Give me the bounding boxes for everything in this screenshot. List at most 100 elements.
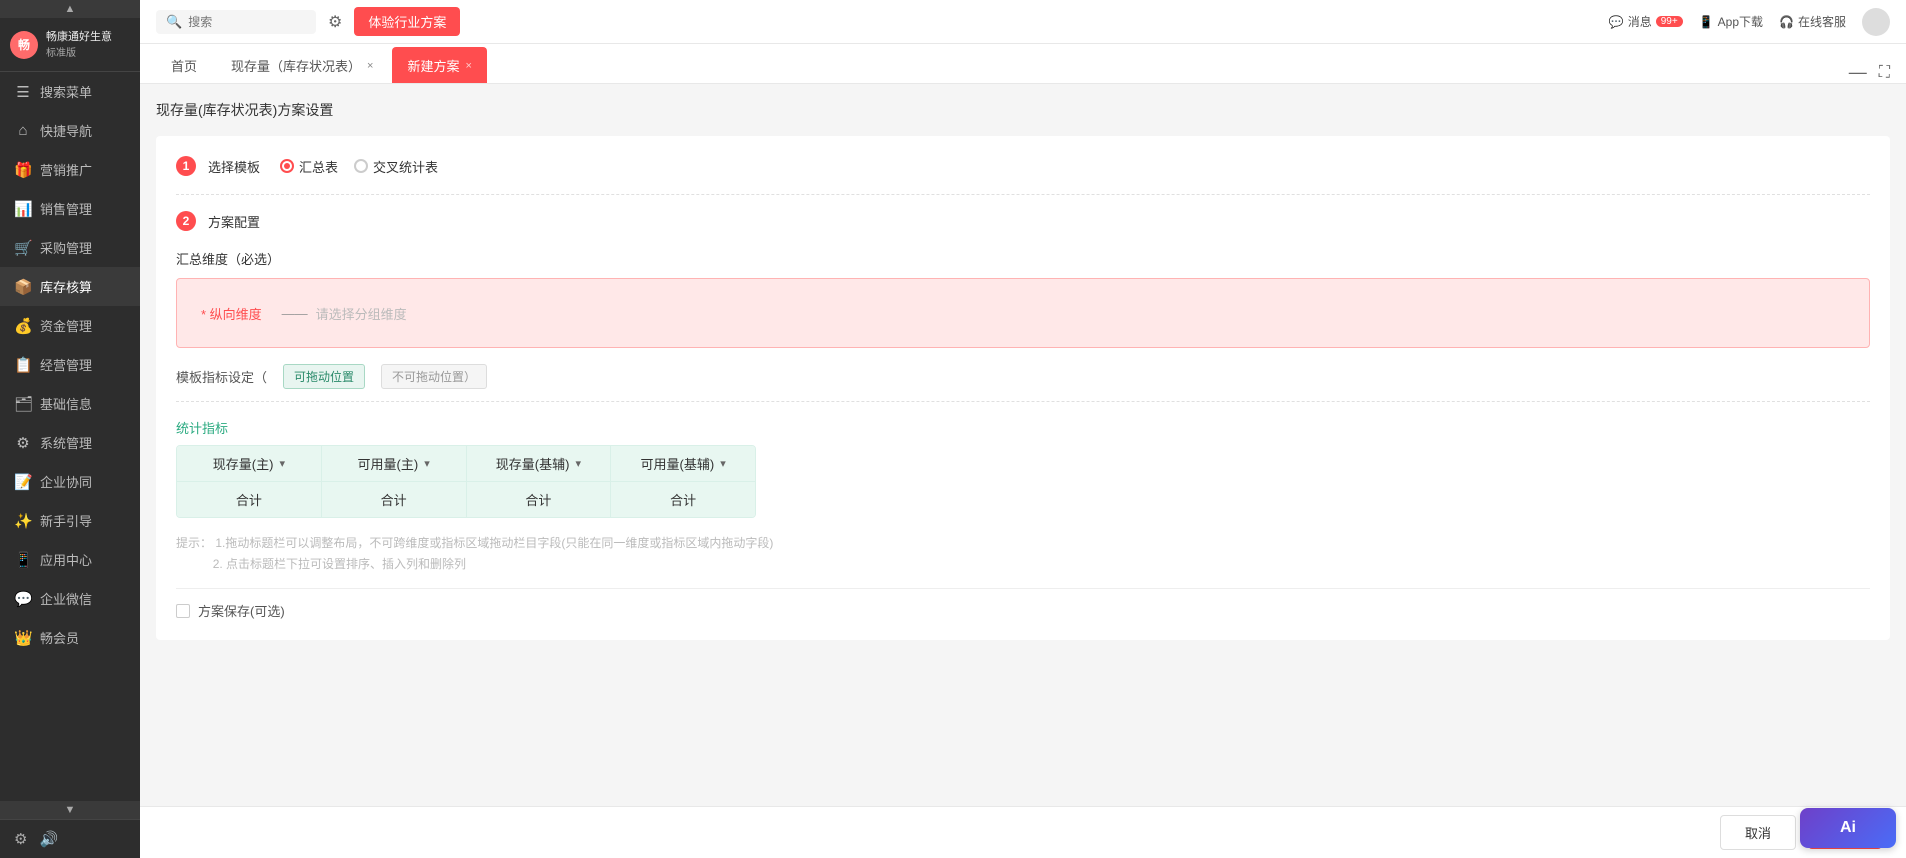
sound-icon[interactable]: 🔊 xyxy=(39,830,58,848)
minimize-icon[interactable]: — xyxy=(1849,62,1867,83)
search-box[interactable]: 🔍 xyxy=(156,10,316,34)
message-icon: 💬 xyxy=(1609,15,1624,29)
col0-chevron-icon[interactable]: ▾ xyxy=(279,457,285,470)
wechat-icon: 💬 xyxy=(14,590,32,608)
settings-gear-icon[interactable]: ⚙ xyxy=(328,12,342,32)
member-icon: 👑 xyxy=(14,629,32,647)
dim-required-label: * 纵向维度 xyxy=(201,304,262,323)
tip-1: 提示： 1.拖动标题栏可以调整布局，不可跨维度或指标区域拖动栏目字段(只能在同一… xyxy=(176,534,1870,551)
sidebar-item-label: 企业协同 xyxy=(40,472,92,491)
app-download-button[interactable]: 📱 App下载 xyxy=(1699,13,1763,30)
stats-table-header: 现存量(主) ▾ 合计 可用量(主) ▾ 合计 xyxy=(177,446,755,517)
divider1 xyxy=(176,194,1870,195)
stats-col-cell-2: 合计 xyxy=(467,482,611,517)
tab-home[interactable]: 首页 xyxy=(156,47,212,83)
sidebar-item-business[interactable]: 📋 经营管理 xyxy=(0,345,140,384)
sidebar-item-search-menu[interactable]: ☰ 搜索菜单 xyxy=(0,72,140,111)
sidebar-item-label: 新手引导 xyxy=(40,511,92,530)
main-area: 🔍 ⚙ 体验行业方案 💬 消息 99+ 📱 App下载 🎧 在线客服 xyxy=(140,0,1906,858)
radio-summary-label: 汇总表 xyxy=(299,157,338,176)
sidebar-item-member[interactable]: 👑 畅会员 xyxy=(0,618,140,657)
sidebar-item-baseinfo[interactable]: 🗂 基础信息 xyxy=(0,384,140,423)
step2-num: 2 xyxy=(176,211,196,231)
sidebar-item-system[interactable]: ⚙ 系统管理 xyxy=(0,423,140,462)
topbar-right: 💬 消息 99+ 📱 App下载 🎧 在线客服 xyxy=(1609,8,1890,36)
page-title: 现存量(库存状况表)方案设置 xyxy=(156,100,1890,120)
sidebar-item-wechat[interactable]: 💬 企业微信 xyxy=(0,579,140,618)
sidebar-item-inventory[interactable]: 📦 库存核算 xyxy=(0,267,140,306)
tab-inventory[interactable]: 现存量（库存状况表） × xyxy=(216,47,388,83)
page-content: 现存量(库存状况表)方案设置 1 选择模板 汇总表 交叉统计表 xyxy=(140,84,1906,806)
non-draggable-tag: 不可拖动位置） xyxy=(381,364,487,389)
tips-section: 提示： 1.拖动标题栏可以调整布局，不可跨维度或指标区域拖动栏目字段(只能在同一… xyxy=(176,534,1870,572)
stats-col-header-3: 可用量(基辅) ▾ xyxy=(611,446,755,482)
sidebar-nav: ☰ 搜索菜单 ⌂ 快捷导航 🎁 营销推广 📊 销售管理 🛒 采购管理 📦 库存核… xyxy=(0,72,140,801)
cancel-button[interactable]: 取消 xyxy=(1720,815,1796,850)
inventory-tab-close-icon[interactable]: × xyxy=(367,60,373,72)
col2-chevron-icon[interactable]: ▾ xyxy=(575,457,581,470)
tab-new-plan[interactable]: 新建方案 × xyxy=(392,47,486,83)
sidebar-item-appcenter[interactable]: 📱 应用中心 xyxy=(0,540,140,579)
sidebar: ▲ 畅 畅康通好生意 标准版 ☰ 搜索菜单 ⌂ 快捷导航 🎁 营销推广 📊 销售… xyxy=(0,0,140,858)
sidebar-item-corp[interactable]: 📝 企业协同 xyxy=(0,462,140,501)
search-menu-icon: ☰ xyxy=(14,83,32,101)
logo-icon: 畅 xyxy=(10,31,38,59)
sidebar-item-purchase[interactable]: 🛒 采购管理 xyxy=(0,228,140,267)
tabs-bar: 首页 现存量（库存状况表） × 新建方案 × — ⛶ xyxy=(140,44,1906,84)
phone-icon: 📱 xyxy=(1699,15,1714,29)
stats-col-1: 可用量(主) ▾ 合计 xyxy=(322,446,467,517)
sidebar-item-sales[interactable]: 📊 销售管理 xyxy=(0,189,140,228)
message-button[interactable]: 💬 消息 99+ xyxy=(1609,13,1683,30)
stats-col-cell-1: 合计 xyxy=(322,482,466,517)
col1-chevron-icon[interactable]: ▾ xyxy=(424,457,430,470)
search-icon: 🔍 xyxy=(166,14,182,30)
sidebar-item-finance[interactable]: 💰 资金管理 xyxy=(0,306,140,345)
sidebar-item-label: 库存核算 xyxy=(40,277,92,296)
sidebar-item-guide[interactable]: ✨ 新手引导 xyxy=(0,501,140,540)
inventory-tab-label: 现存量（库存状况表） xyxy=(231,56,361,75)
stats-col-cell-3: 合计 xyxy=(611,482,755,517)
config-card: 1 选择模板 汇总表 交叉统计表 2 方案配置 xyxy=(156,136,1890,640)
appcenter-icon: 📱 xyxy=(14,551,32,569)
sidebar-item-label: 营销推广 xyxy=(40,160,92,179)
col3-chevron-icon[interactable]: ▾ xyxy=(720,457,726,470)
sidebar-item-quick-nav[interactable]: ⌂ 快捷导航 xyxy=(0,111,140,150)
sidebar-item-label: 应用中心 xyxy=(40,550,92,569)
sidebar-logo: 畅 畅康通好生意 标准版 xyxy=(0,18,140,72)
stats-col-3: 可用量(基辅) ▾ 合计 xyxy=(611,446,755,517)
sidebar-item-label: 销售管理 xyxy=(40,199,92,218)
service-button[interactable]: 🎧 在线客服 xyxy=(1779,13,1846,30)
sidebar-item-label: 基础信息 xyxy=(40,394,92,413)
stats-col-0: 现存量(主) ▾ 合计 xyxy=(177,446,322,517)
ai-fab-button[interactable]: Ai xyxy=(1800,808,1896,848)
sidebar-scroll-down[interactable]: ▼ xyxy=(0,801,140,819)
step1-label: 选择模板 xyxy=(208,157,260,176)
stats-col-header-2: 现存量(基辅) ▾ xyxy=(467,446,611,482)
dim-placeholder: 请选择分组维度 xyxy=(316,304,407,323)
business-icon: 📋 xyxy=(14,356,32,374)
save-checkbox[interactable] xyxy=(176,604,190,618)
draggable-tag: 可拖动位置 xyxy=(283,364,365,389)
dimension-box[interactable]: * 纵向维度 —— 请选择分组维度 xyxy=(176,278,1870,348)
sidebar-item-label: 系统管理 xyxy=(40,433,92,452)
system-icon: ⚙ xyxy=(14,434,32,452)
sidebar-scroll-up[interactable]: ▲ xyxy=(0,0,140,18)
trial-button[interactable]: 体验行业方案 xyxy=(354,7,460,36)
radio-summary[interactable]: 汇总表 xyxy=(280,157,338,176)
message-badge: 99+ xyxy=(1656,16,1683,27)
radio-summary-dot xyxy=(280,159,294,173)
settings-icon[interactable]: ⚙ xyxy=(14,830,27,848)
sidebar-item-marketing[interactable]: 🎁 营销推广 xyxy=(0,150,140,189)
radio-cross[interactable]: 交叉统计表 xyxy=(354,157,438,176)
indicator-setting-label: 模板指标设定（ xyxy=(176,367,267,386)
step2-label: 方案配置 xyxy=(208,212,260,231)
new-plan-tab-close-icon[interactable]: × xyxy=(465,60,471,72)
sidebar-item-label: 搜索菜单 xyxy=(40,82,92,101)
finance-icon: 💰 xyxy=(14,317,32,335)
dim-dash: —— xyxy=(282,306,308,321)
avatar xyxy=(1862,8,1890,36)
logo-text: 畅康通好生意 标准版 xyxy=(46,30,112,59)
search-input[interactable] xyxy=(188,15,306,29)
user-avatar-button[interactable] xyxy=(1862,8,1890,36)
fullscreen-icon[interactable]: ⛶ xyxy=(1879,64,1890,82)
